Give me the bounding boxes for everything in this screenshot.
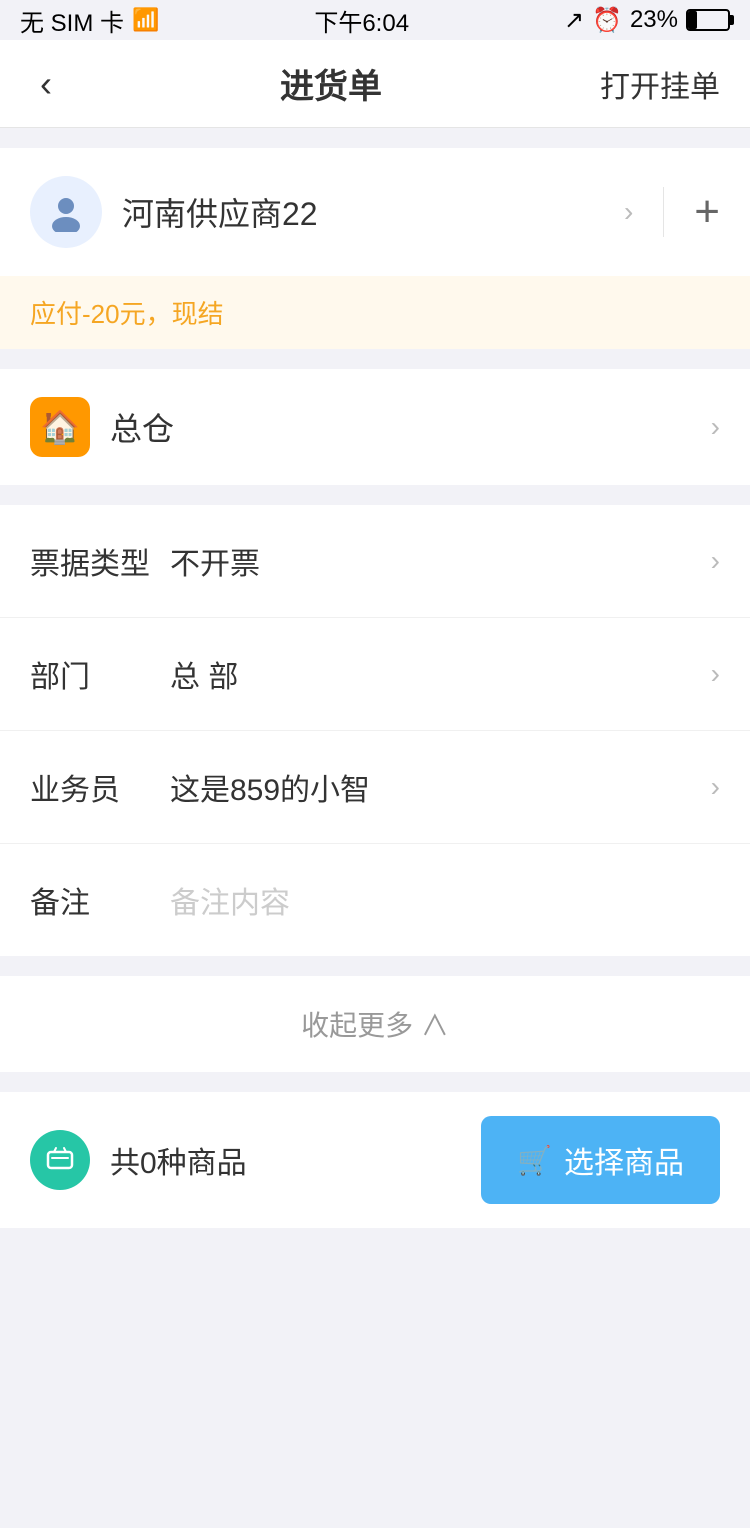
supplier-chevron-icon: › bbox=[624, 196, 633, 228]
status-bar: 无 SIM 卡 📶 下午6:04 ↗ ⏰ 23% bbox=[0, 0, 750, 40]
avatar bbox=[30, 176, 102, 248]
invoice-type-row[interactable]: 票据类型 不开票 › bbox=[0, 505, 750, 618]
divider bbox=[663, 187, 664, 237]
notice-text: 应付-20元，现结 bbox=[30, 299, 224, 329]
department-value: 总 部 bbox=[170, 652, 701, 696]
status-left: 无 SIM 卡 📶 bbox=[20, 3, 159, 38]
wifi-icon: 📶 bbox=[132, 7, 159, 33]
person-icon bbox=[46, 192, 86, 232]
open-pending-button[interactable]: 打开挂单 bbox=[600, 62, 720, 106]
salesman-label: 业务员 bbox=[30, 765, 170, 809]
remark-input[interactable]: 备注内容 bbox=[170, 878, 720, 922]
supplier-section: 河南供应商22 › + 应付-20元，现结 bbox=[0, 148, 750, 349]
page-title: 进货单 bbox=[280, 59, 382, 108]
remark-label: 备注 bbox=[30, 878, 170, 922]
invoice-type-value: 不开票 bbox=[170, 539, 701, 583]
supplier-name: 河南供应商22 bbox=[122, 189, 624, 235]
battery-percentage: 23% bbox=[630, 6, 678, 34]
back-button[interactable]: ‹ bbox=[30, 53, 62, 115]
supplier-row[interactable]: 河南供应商22 › + bbox=[0, 148, 750, 276]
add-supplier-button[interactable]: + bbox=[694, 190, 720, 234]
salesman-chevron-icon: › bbox=[711, 771, 720, 803]
notice-bar: 应付-20元，现结 bbox=[0, 276, 750, 349]
department-row[interactable]: 部门 总 部 › bbox=[0, 618, 750, 731]
time-label: 下午6:04 bbox=[314, 10, 409, 37]
warehouse-row[interactable]: 🏠 总仓 › bbox=[0, 369, 750, 485]
alarm-icon: ⏰ bbox=[592, 6, 622, 35]
page-background bbox=[0, 1228, 750, 1528]
collapse-label: 收起更多 ∧ bbox=[301, 1010, 449, 1041]
department-chevron-icon: › bbox=[711, 658, 720, 690]
warehouse-icon: 🏠 bbox=[30, 397, 90, 457]
invoice-type-label: 票据类型 bbox=[30, 539, 170, 583]
battery-icon bbox=[686, 9, 730, 31]
form-section: 票据类型 不开票 › 部门 总 部 › 业务员 这是859的小智 › 备注 备注… bbox=[0, 505, 750, 956]
invoice-type-chevron-icon: › bbox=[711, 545, 720, 577]
warehouse-chevron-icon: › bbox=[711, 411, 720, 443]
select-product-icon: 🛒 bbox=[517, 1144, 552, 1177]
location-icon: ↗ bbox=[564, 6, 584, 35]
remark-row[interactable]: 备注 备注内容 bbox=[0, 844, 750, 956]
select-product-label: 选择商品 bbox=[564, 1138, 684, 1182]
status-right: ↗ ⏰ 23% bbox=[564, 6, 730, 35]
product-count-label: 共0种商品 bbox=[110, 1138, 247, 1182]
select-product-button[interactable]: 🛒 选择商品 bbox=[481, 1116, 720, 1204]
product-icon bbox=[30, 1130, 90, 1190]
carrier-label: 无 SIM 卡 bbox=[20, 3, 124, 38]
collapse-button[interactable]: 收起更多 ∧ bbox=[0, 976, 750, 1072]
product-count-area: 共0种商品 bbox=[30, 1130, 247, 1190]
battery-fill bbox=[688, 11, 697, 29]
nav-bar: ‹ 进货单 打开挂单 bbox=[0, 40, 750, 128]
salesman-row[interactable]: 业务员 这是859的小智 › bbox=[0, 731, 750, 844]
salesman-value: 这是859的小智 bbox=[170, 765, 701, 809]
warehouse-name: 总仓 bbox=[110, 404, 711, 450]
bottom-bar: 共0种商品 🛒 选择商品 bbox=[0, 1092, 750, 1228]
department-label: 部门 bbox=[30, 652, 170, 696]
clock: 下午6:04 bbox=[314, 3, 409, 38]
cart-icon bbox=[44, 1144, 76, 1176]
